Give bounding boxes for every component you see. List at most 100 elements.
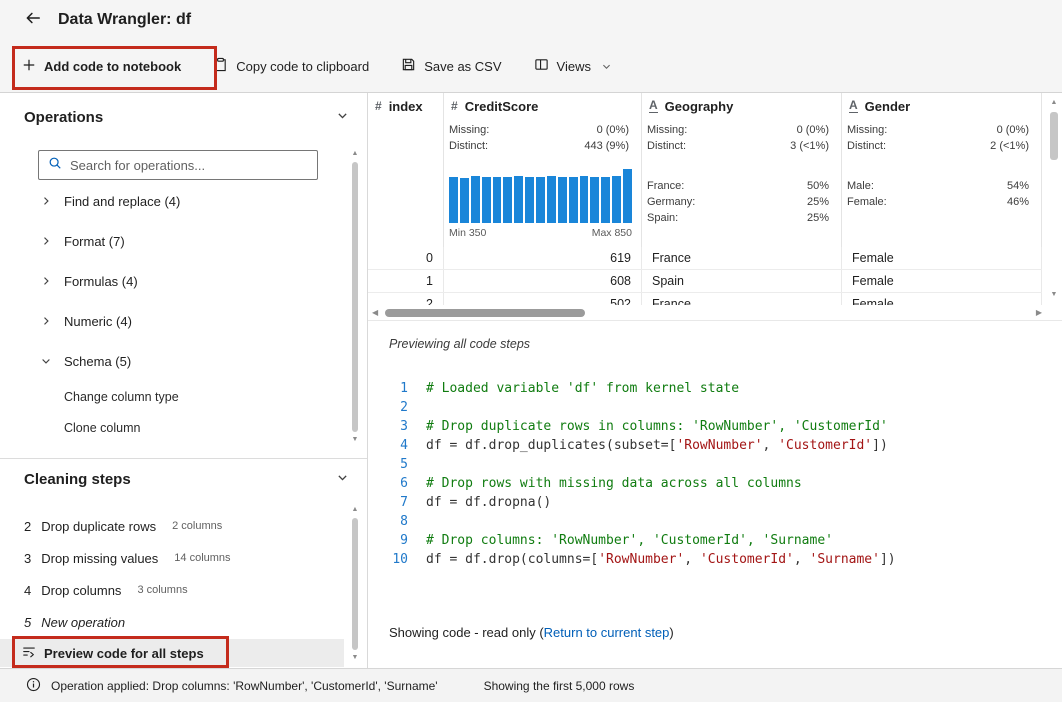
chevron-right-icon: [40, 235, 52, 247]
category-label: Female:: [847, 196, 887, 209]
cleaning-step-4[interactable]: 4Drop columns3 columns: [0, 574, 349, 606]
scroll-up-arrow[interactable]: ▲: [1051, 98, 1058, 108]
code-line: 5: [368, 455, 1042, 474]
step-number: 3: [24, 551, 31, 566]
category-row: Spain:25%: [642, 210, 841, 226]
code-text: df = df.drop(columns=['RowNumber', 'Cust…: [426, 550, 896, 569]
category-stats: France:50% Germany: 25%Spain:25%: [642, 178, 841, 226]
column-header-geography[interactable]: A Geography Missing:0 (0%)Distinct:3 (<1%)…: [642, 93, 842, 247]
cleaning-scrollbar[interactable]: ▲ ▼: [349, 505, 361, 663]
column-header-gender[interactable]: AGenderMissing:0 (0%)Distinct:2 (<1%)Mal…: [842, 93, 1042, 247]
scroll-down-arrow[interactable]: ▼: [352, 653, 359, 663]
table-row[interactable]: 2502FranceFemale: [368, 293, 1042, 305]
cleaning-step-3[interactable]: 3Drop missing values14 columns: [0, 542, 349, 574]
column-name: Geography: [665, 99, 734, 114]
stat-row: Distinct:2 (<1%): [842, 138, 1041, 154]
step-number: 2: [24, 519, 31, 534]
scroll-right-arrow[interactable]: ▶: [1036, 308, 1042, 317]
stat-value: 0 (0%): [797, 124, 829, 137]
operation-group-schema-5[interactable]: Schema (5): [0, 341, 349, 381]
histogram-bar: [525, 177, 534, 223]
cleaning-step-5[interactable]: 5New operation: [0, 606, 349, 638]
column-stats: Missing:0 (0%)Distinct:3 (<1%): [642, 119, 841, 154]
scroll-down-arrow[interactable]: ▼: [1051, 290, 1058, 300]
histogram-bar: [601, 177, 610, 223]
operations-scrollbar[interactable]: ▲ ▼: [349, 149, 361, 445]
content-area: Operations Find and replace (4)Format (7…: [0, 93, 1062, 668]
stat-row: Missing:0 (0%): [642, 122, 841, 138]
step-number: 5: [24, 615, 31, 630]
add-code-to-notebook-button[interactable]: Add code to notebook: [10, 50, 193, 83]
histogram-bar: [493, 177, 502, 223]
scroll-left-arrow[interactable]: ◀: [372, 308, 378, 317]
scrollbar-thumb[interactable]: [385, 309, 585, 317]
text-type-icon: A: [649, 99, 658, 113]
histogram-bar: [558, 177, 567, 223]
page-title: Data Wrangler: df: [58, 11, 191, 29]
numeric-type-icon: #: [375, 100, 382, 112]
code-line: 8: [368, 512, 1042, 531]
column-header-creditscore[interactable]: #CreditScoreMissing:0 (0%)Distinct:443 (…: [444, 93, 642, 247]
operation-group-find-and-replace-4[interactable]: Find and replace (4): [0, 181, 349, 221]
line-number: 6: [368, 474, 408, 493]
grid-vertical-scrollbar[interactable]: ▲ ▼: [1048, 98, 1060, 300]
line-number: 3: [368, 417, 408, 436]
operation-group-format-7[interactable]: Format (7): [0, 221, 349, 261]
back-button[interactable]: [24, 9, 42, 32]
views-label: Views: [557, 59, 591, 74]
code-line: 10df = df.drop(columns=['RowNumber', 'Cu…: [368, 550, 1042, 569]
code-text: df = df.dropna(): [426, 493, 551, 512]
left-panel: Operations Find and replace (4)Format (7…: [0, 93, 368, 668]
category-row: France:50%: [642, 178, 841, 194]
search-input[interactable]: [70, 158, 308, 173]
scrollbar-thumb[interactable]: [352, 518, 358, 650]
code-text: # Drop columns: 'RowNumber', 'CustomerId…: [426, 531, 833, 550]
histogram-bar: [547, 176, 556, 223]
save-csv-label: Save as CSV: [424, 59, 501, 74]
scrollbar-thumb[interactable]: [1050, 112, 1058, 160]
scroll-up-arrow[interactable]: ▲: [352, 505, 359, 515]
chevron-right-icon: [40, 275, 52, 287]
category-value: 54%: [1007, 180, 1029, 193]
rows-count-info: Showing the first 5,000 rows: [484, 679, 635, 693]
table-row[interactable]: 0619FranceFemale: [368, 247, 1042, 270]
scroll-down-arrow[interactable]: ▼: [352, 435, 359, 445]
collapse-operations-icon[interactable]: [336, 109, 349, 126]
return-to-current-step-link[interactable]: Return to current step: [544, 625, 670, 640]
stat-value: 3 (<1%): [790, 140, 829, 153]
line-number: 4: [368, 436, 408, 455]
scroll-up-arrow[interactable]: ▲: [352, 149, 359, 159]
operation-group-numeric-4[interactable]: Numeric (4): [0, 301, 349, 341]
collapse-cleaning-icon[interactable]: [336, 471, 349, 488]
column-header-index[interactable]: #index: [368, 93, 444, 247]
operation-item-clone-column[interactable]: Clone column: [0, 412, 349, 443]
step-detail: 2 columns: [172, 520, 222, 532]
stat-label: Distinct:: [847, 140, 886, 153]
grid-horizontal-scrollbar[interactable]: ◀ ▶: [368, 305, 1046, 320]
cleaning-step-2[interactable]: 2Drop duplicate rows2 columns: [0, 510, 349, 542]
operation-item-change-column-type[interactable]: Change column type: [0, 381, 349, 412]
table-cell: Female: [842, 293, 1042, 305]
category-label: Germany:: [647, 196, 695, 209]
column-name: CreditScore: [465, 99, 539, 114]
operation-group-formulas-4[interactable]: Formulas (4): [0, 261, 349, 301]
histogram-bar: [482, 177, 491, 223]
add-code-label: Add code to notebook: [44, 59, 181, 74]
copy-code-to-clipboard-button[interactable]: Copy code to clipboard: [201, 49, 381, 83]
category-value: 46%: [1007, 196, 1029, 209]
category-value: 25%: [807, 196, 829, 209]
scrollbar-thumb[interactable]: [352, 162, 358, 432]
operations-title: Operations: [24, 109, 103, 126]
category-value: 25%: [807, 212, 829, 225]
stat-value: 0 (0%): [597, 124, 629, 137]
views-button[interactable]: Views: [522, 49, 624, 83]
chevron-right-icon: [40, 315, 52, 327]
code-text: df = df.drop_duplicates(subset=['RowNumb…: [426, 436, 888, 455]
info-icon: [26, 677, 41, 695]
code-line: 3# Drop duplicate rows in columns: 'RowN…: [368, 417, 1042, 436]
table-row[interactable]: 1608SpainFemale: [368, 270, 1042, 293]
copy-code-label: Copy code to clipboard: [236, 59, 369, 74]
table-cell: Female: [842, 247, 1042, 269]
preview-code-for-all-steps-item[interactable]: Preview code for all steps: [0, 639, 344, 667]
save-as-csv-button[interactable]: Save as CSV: [389, 49, 513, 83]
